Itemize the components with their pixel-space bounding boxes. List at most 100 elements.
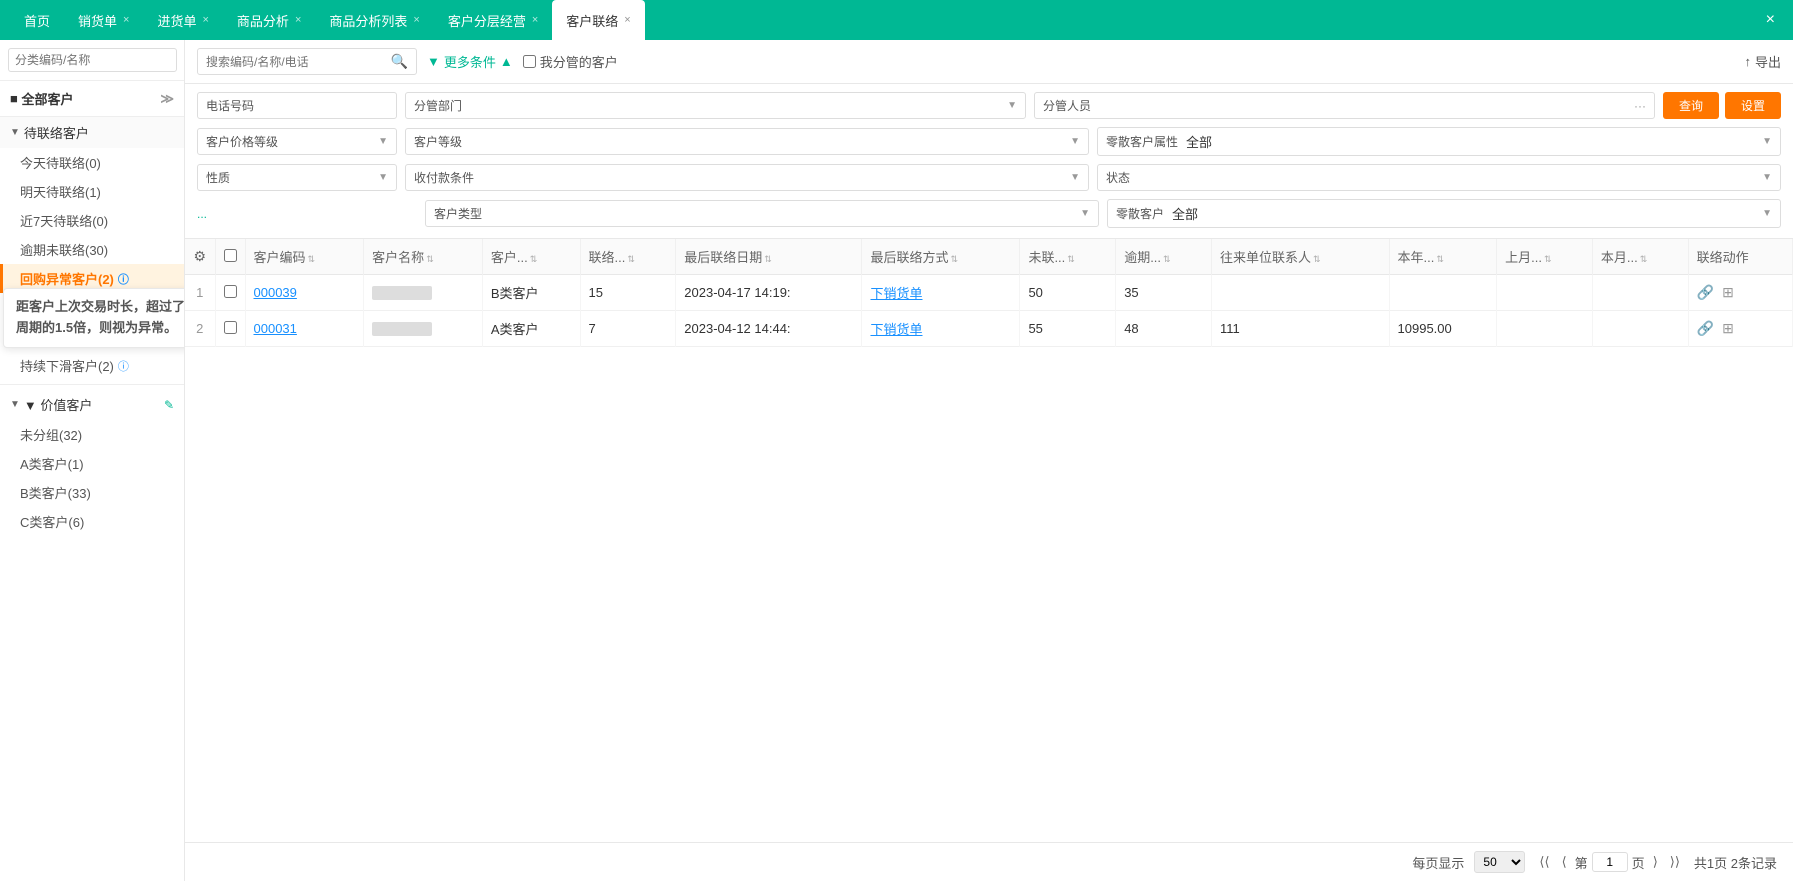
- sidebar-item-a-class[interactable]: A类客户(1): [0, 449, 184, 478]
- sidebar-item-repurchase-anomaly[interactable]: 回购异常客户(2) ⓘ 距客户上次交易时长，超过了此客户的平均交易周期的1.5倍…: [0, 264, 184, 293]
- export-button[interactable]: ↑ 导出: [1744, 52, 1781, 71]
- overdue-column-header: 逾期...⇅: [1116, 239, 1212, 275]
- prev-page-button[interactable]: ⟨: [1558, 852, 1571, 872]
- nav-home[interactable]: 首页: [10, 0, 64, 40]
- close-icon[interactable]: ×: [295, 14, 301, 26]
- link-action-icon[interactable]: 🔗: [1697, 284, 1714, 301]
- export-icon: ↑: [1744, 54, 1751, 69]
- select-all-checkbox[interactable]: [224, 249, 237, 262]
- grid-action-icon[interactable]: ⊞: [1722, 284, 1734, 301]
- phone-filter[interactable]: 电话号码: [197, 92, 397, 119]
- nav-product-analysis-list[interactable]: 商品分析列表 ×: [315, 0, 433, 40]
- sidebar-value-customer-section[interactable]: ▼ ▼ 价值客户 ✎: [0, 389, 184, 420]
- sidebar-item-overdue-contact[interactable]: 逾期未联络(30): [0, 235, 184, 264]
- next-page-button[interactable]: ⟩: [1649, 852, 1662, 872]
- chevron-down-icon: ▼: [378, 172, 388, 183]
- edit-icon[interactable]: ✎: [164, 398, 174, 412]
- gear-column-header: ⚙: [185, 239, 215, 275]
- more-filter-btn[interactable]: ...: [197, 207, 207, 221]
- sort-icon[interactable]: ⇅: [1640, 254, 1648, 264]
- dept-filter[interactable]: 分管部门 ▼: [405, 92, 1026, 119]
- table-footer: 每页显示 50 20 100 ⟨⟨ ⟨ 第 页 ⟩ ⟩⟩ 共1页 2条记录: [185, 842, 1793, 881]
- gender-filter[interactable]: 性质 ▼: [197, 164, 397, 191]
- row-checkbox[interactable]: [224, 321, 237, 334]
- overdue-cell: 48: [1116, 311, 1212, 347]
- filter-row-3: 性质 ▼ 收付款条件 ▼ 状态 ▼: [197, 164, 1781, 191]
- sidebar-collapse-icon[interactable]: ≫: [160, 91, 174, 107]
- sort-icon[interactable]: ⇅: [1436, 254, 1444, 264]
- sort-icon[interactable]: ⇅: [1163, 254, 1171, 264]
- close-icon[interactable]: ×: [624, 14, 630, 26]
- grid-action-icon[interactable]: ⊞: [1722, 320, 1734, 337]
- sort-icon[interactable]: ⇅: [764, 254, 772, 264]
- nav-product-analysis[interactable]: 商品分析 ×: [223, 0, 315, 40]
- more-options-icon[interactable]: ···: [1634, 99, 1646, 113]
- payment-filter[interactable]: 收付款条件 ▼: [405, 164, 1089, 191]
- close-icon[interactable]: ×: [413, 14, 419, 26]
- close-icon[interactable]: ×: [202, 14, 208, 26]
- action-cell: 🔗 ⊞: [1688, 311, 1792, 347]
- sidebar-item-today-pending[interactable]: 今天待联络(0): [0, 148, 184, 177]
- row-checkbox[interactable]: [224, 285, 237, 298]
- search-icon[interactable]: 🔍: [391, 53, 408, 70]
- more-conditions-btn[interactable]: ▼ 更多条件 ▲: [427, 52, 513, 71]
- sidebar-item-tomorrow-pending[interactable]: 明天待联络(1): [0, 177, 184, 206]
- sort-icon[interactable]: ⇅: [1313, 254, 1321, 264]
- retail-customer-filter[interactable]: 零散客户 全部 ▼: [1107, 199, 1781, 228]
- sort-icon[interactable]: ⇅: [1067, 254, 1075, 264]
- sidebar-search-area: 🔍: [0, 40, 184, 81]
- filter-actions: 查询 设置: [1663, 92, 1781, 119]
- person-filter[interactable]: 分管人员 ···: [1034, 92, 1655, 119]
- chevron-down-icon: ▼: [1070, 136, 1080, 147]
- top-navigation: 首页 销货单 × 进货单 × 商品分析 × 商品分析列表 × 客户分层经营 × …: [0, 0, 1793, 40]
- pagination: ⟨⟨ ⟨ 第 页 ⟩ ⟩⟩: [1535, 852, 1684, 872]
- search-box: 🔍: [197, 48, 417, 75]
- row-checkbox-cell: [215, 275, 245, 311]
- page-number-input[interactable]: [1592, 852, 1628, 872]
- partner-contact-column-header: 往来单位联系人⇅: [1211, 239, 1389, 275]
- customer-level-filter[interactable]: 客户等级 ▼: [405, 128, 1089, 155]
- close-icon[interactable]: ×: [532, 14, 538, 26]
- nav-purchase-order[interactable]: 进货单 ×: [143, 0, 222, 40]
- query-button[interactable]: 查询: [1663, 92, 1719, 119]
- nav-customer-tier[interactable]: 客户分层经营 ×: [434, 0, 552, 40]
- sidebar-item-declining[interactable]: 持续下滑客户(2) ⓘ: [0, 351, 184, 380]
- no-contact-column-header: 未联...⇅: [1020, 239, 1116, 275]
- sidebar-item-b-class[interactable]: B类客户(33): [0, 478, 184, 507]
- settings-icon[interactable]: ⚙: [193, 248, 206, 264]
- sort-icon[interactable]: ⇅: [951, 254, 959, 264]
- chevron-down-icon: ▼: [1762, 136, 1772, 147]
- per-page-select[interactable]: 50 20 100: [1474, 851, 1525, 873]
- last-contact-method-cell: 下销货单: [862, 311, 1020, 347]
- sort-icon[interactable]: ⇅: [530, 254, 538, 264]
- nav-sales-order[interactable]: 销货单 ×: [64, 0, 143, 40]
- price-level-filter[interactable]: 客户价格等级 ▼: [197, 128, 397, 155]
- status-filter[interactable]: 状态 ▼: [1097, 164, 1781, 191]
- current-year-cell: 10995.00: [1389, 311, 1497, 347]
- contact-count-column-header: 联络...⇅: [580, 239, 676, 275]
- search-input[interactable]: [206, 55, 391, 69]
- sidebar-pending-section[interactable]: ▼ 待联络客户: [0, 117, 184, 148]
- nav-customer-contact[interactable]: 客户联络 ×: [552, 0, 644, 40]
- my-customers-checkbox[interactable]: [523, 55, 536, 68]
- customer-type-filter[interactable]: 客户类型 ▼: [425, 200, 1099, 227]
- settings-button[interactable]: 设置: [1725, 92, 1781, 119]
- sidebar-all-customers-header[interactable]: ■ 全部客户 ≫: [0, 81, 184, 117]
- current-month-cell: [1592, 311, 1688, 347]
- sidebar-item-7day-pending[interactable]: 近7天待联络(0): [0, 206, 184, 235]
- first-page-button[interactable]: ⟨⟨: [1535, 852, 1553, 872]
- retail-attr-filter[interactable]: 零散客户属性 全部 ▼: [1097, 127, 1781, 156]
- link-action-icon[interactable]: 🔗: [1697, 320, 1714, 337]
- sort-icon[interactable]: ⇅: [1544, 254, 1552, 264]
- sidebar-item-c-class[interactable]: C类客户(6): [0, 507, 184, 536]
- last-page-button[interactable]: ⟩⟩: [1666, 852, 1684, 872]
- table-row: 2 000031 A类客户 7 2023-04-12 14:44:: [185, 311, 1793, 347]
- category-search-input[interactable]: [8, 48, 177, 72]
- sort-icon[interactable]: ⇅: [308, 254, 316, 264]
- current-month-column-header: 本月...⇅: [1592, 239, 1688, 275]
- window-close-button[interactable]: ×: [1758, 11, 1783, 29]
- sort-icon[interactable]: ⇅: [426, 254, 434, 264]
- close-icon[interactable]: ×: [123, 14, 129, 26]
- sort-icon[interactable]: ⇅: [627, 254, 635, 264]
- sidebar-item-ungrouped[interactable]: 未分组(32): [0, 420, 184, 449]
